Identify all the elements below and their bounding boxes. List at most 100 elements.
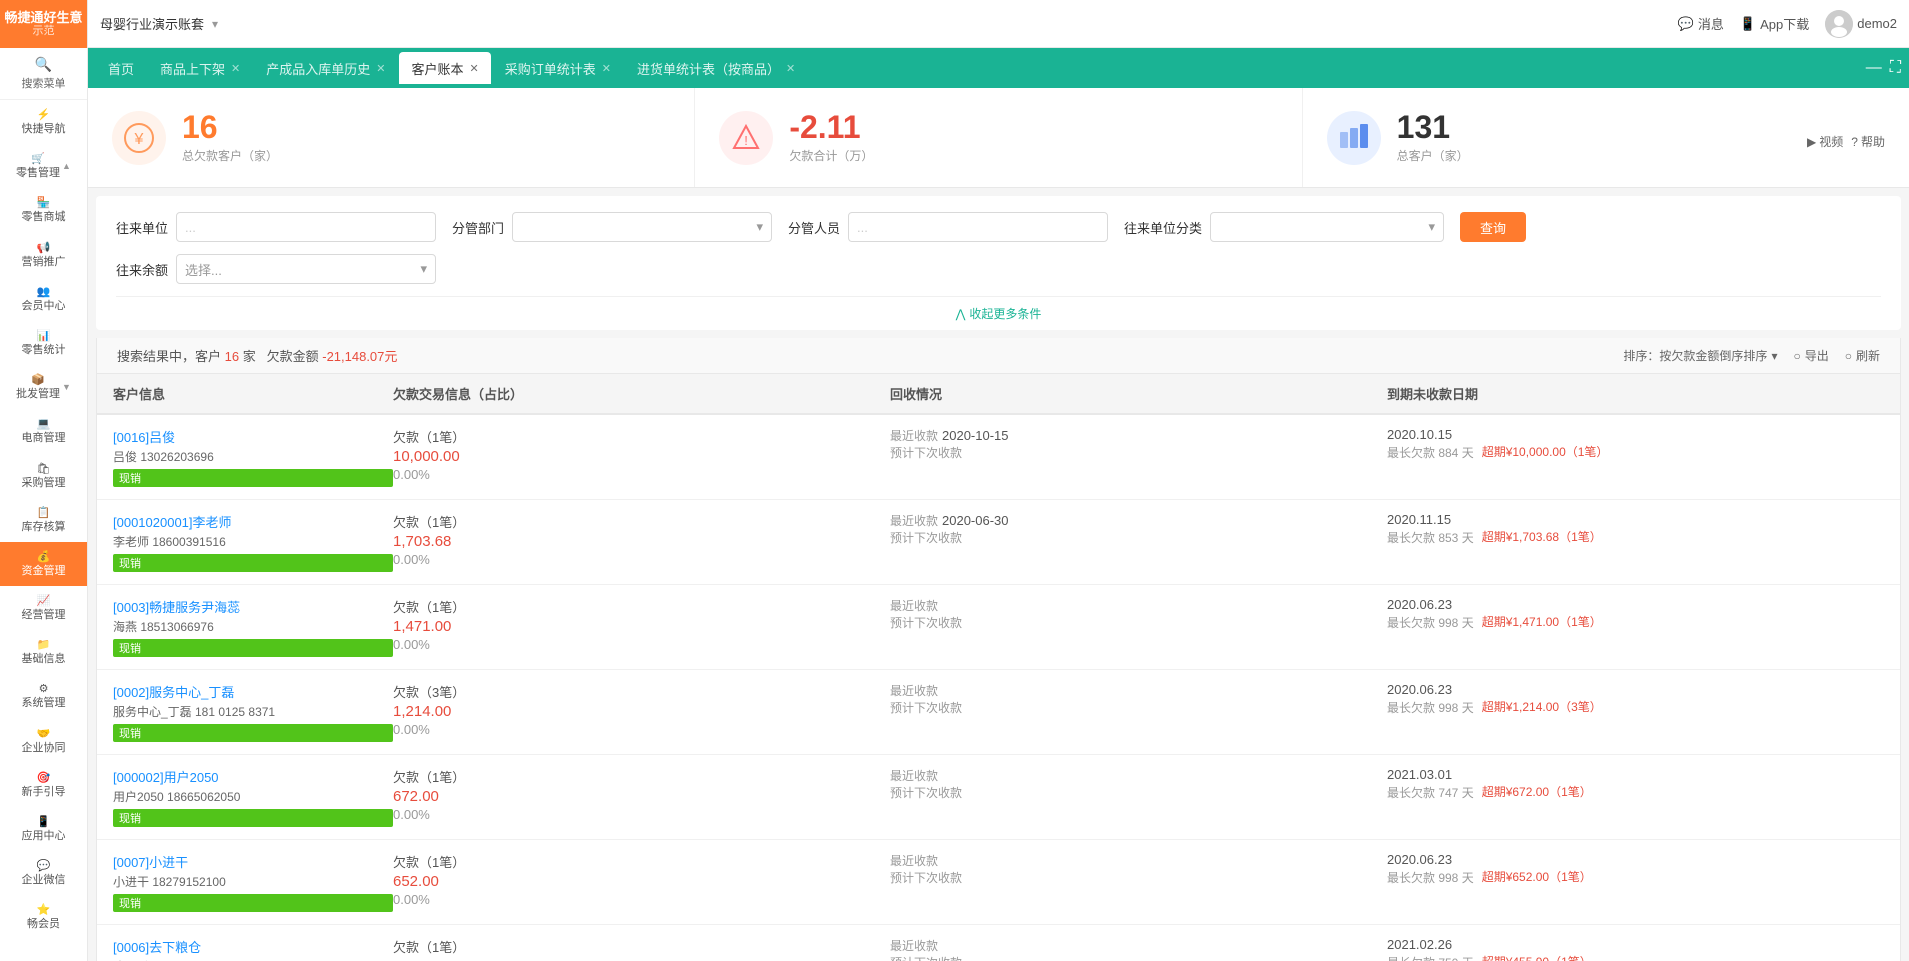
unit-category-select[interactable]: ▾: [1210, 212, 1444, 242]
message-btn[interactable]: 💬 消息: [1678, 14, 1724, 33]
sidebar-item-quick-nav[interactable]: ⚡ 快捷导航: [0, 100, 87, 144]
sidebar-item-retail-store[interactable]: 🏪 零售商城: [0, 188, 87, 232]
batch-mgmt-icon: 📦: [31, 373, 45, 386]
sort-select[interactable]: 排序：按欠款金额倒序排序 ▾: [1623, 347, 1777, 364]
sidebar-item-purchase[interactable]: 🛍 采购管理: [0, 454, 87, 498]
view-video-btn[interactable]: ▶ 视频: [1807, 133, 1843, 150]
debt-cell-0: 欠款（1笔） 10,000.00 0.00%: [393, 427, 890, 482]
system-icon: ⚙: [39, 682, 49, 695]
overdue-days-3: 最长欠款 998 天: [1387, 699, 1474, 716]
tab-customer-account[interactable]: 客户账本 ✕: [399, 52, 490, 84]
tab-minimize-btn[interactable]: —: [1866, 59, 1882, 77]
sidebar-item-basic-info[interactable]: 📁 基础信息: [0, 630, 87, 674]
topbar-right: 💬 消息 📱 App下载 demo2: [1678, 10, 1897, 38]
tab-close-purchase-order[interactable]: ✕: [602, 62, 611, 75]
balance-select[interactable]: 选择... ▾: [176, 254, 436, 284]
customer-name-link-2[interactable]: [0003]畅捷服务尹海蕊: [113, 597, 393, 616]
last-collect-row-2: 最近收款: [890, 597, 1387, 614]
tab-production-history[interactable]: 产成品入库单历史 ✕: [254, 52, 397, 84]
sidebar-item-enterprise[interactable]: 🤝 企业协同: [0, 719, 87, 763]
overdue-link-4[interactable]: 超期¥672.00（1笔）: [1482, 783, 1592, 800]
tab-close-import-stats[interactable]: ✕: [786, 62, 795, 75]
sidebar-search-menu[interactable]: 🔍 搜索菜单: [0, 48, 87, 100]
debt-amount-2: 1,471.00: [393, 618, 890, 635]
next-collect-1: 预计下次收款: [890, 529, 1387, 546]
sidebar-item-retail-mgmt[interactable]: 🛒 零售管理 ▲: [0, 144, 87, 188]
sidebar-item-retail-stats[interactable]: 📊 零售统计: [0, 321, 87, 365]
tab-import-stats[interactable]: 进货单统计表（按商品） ✕: [625, 52, 807, 84]
overdue-link-0[interactable]: 超期¥10,000.00（1笔）: [1482, 443, 1609, 460]
due-date-3: 2020.06.23: [1387, 682, 1884, 697]
customer-name-link-4[interactable]: [000002]用户2050: [113, 767, 393, 786]
overdue-info-1: 最长欠款 853 天 超期¥1,703.68（1笔）: [1387, 527, 1884, 546]
customer-name-link-5[interactable]: [0007]小进干: [113, 852, 393, 871]
help-btn[interactable]: ? 帮助: [1851, 133, 1885, 150]
tab-home[interactable]: 首页: [96, 52, 146, 84]
app-download-btn[interactable]: 📱 App下载: [1740, 14, 1809, 33]
last-collect-label-0: 最近收款: [890, 427, 938, 444]
filter-row-2: 往来余额 选择... ▾: [116, 254, 1881, 284]
stat-card-actions: ▶ 视频 ? 帮助: [1807, 125, 1885, 150]
sidebar-item-system[interactable]: ⚙ 系统管理: [0, 674, 87, 718]
tab-purchase-order[interactable]: 采购订单统计表 ✕: [493, 52, 623, 84]
filter-dept: 分管部门 ▾: [452, 212, 772, 242]
last-collect-label-1: 最近收款: [890, 512, 938, 529]
sidebar-item-marketing[interactable]: 📢 营销推广: [0, 233, 87, 277]
debt-percent-2: 0.00%: [393, 637, 890, 652]
filter-manager: 分管人员 ...: [788, 212, 1108, 242]
tabbar-actions: — ⛶: [1866, 59, 1901, 77]
customer-cell-1: [0001020001]李老师 李老师 18600391516 现销: [113, 512, 393, 572]
sidebar-item-newbie[interactable]: 🎯 新手引导: [0, 763, 87, 807]
overdue-link-6[interactable]: 超期¥455.90（1笔）: [1482, 953, 1592, 961]
tab-maximize-btn[interactable]: ⛶: [1890, 59, 1901, 77]
overdue-link-3[interactable]: 超期¥1,214.00（3笔）: [1482, 698, 1602, 715]
stat-card-total-customers: 131 总客户（家） ▶ 视频 ? 帮助: [1303, 88, 1909, 187]
purchase-icon: 🛍: [37, 462, 51, 475]
inventory-icon: 📋: [37, 506, 51, 519]
page-content: ¥ 16 总欠款客户（家） !: [88, 88, 1909, 961]
query-button[interactable]: 查询: [1460, 212, 1526, 242]
debt-amount-0: 10,000.00: [393, 448, 890, 465]
customer-name-link-0[interactable]: [0016]吕俊: [113, 427, 393, 446]
tab-close-production-history[interactable]: ✕: [376, 62, 385, 75]
finance-icon: 💰: [37, 550, 51, 563]
customer-cell-6: [0006]去下粮仓 陈小希 现销: [113, 937, 393, 961]
dept-select[interactable]: ▾: [512, 212, 772, 242]
tab-close-product-off[interactable]: ✕: [231, 62, 240, 75]
last-collect-label-6: 最近收款: [890, 937, 938, 954]
overdue-link-5[interactable]: 超期¥652.00（1笔）: [1482, 868, 1592, 885]
company-dropdown-arrow[interactable]: ▾: [212, 17, 218, 31]
overdue-link-2[interactable]: 超期¥1,471.00（1笔）: [1482, 613, 1602, 630]
collapse-up-icon: ⋀: [956, 307, 966, 321]
customer-name-link-3[interactable]: [0002]服务中心_丁磊: [113, 682, 393, 701]
retail-stats-icon: 📊: [37, 329, 51, 342]
topbar-left: 母婴行业演示账套 ▾: [100, 14, 218, 33]
overdue-link-1[interactable]: 超期¥1,703.68（1笔）: [1482, 528, 1602, 545]
sidebar-item-member[interactable]: 👥 会员中心: [0, 277, 87, 321]
sidebar-item-member-vip[interactable]: ⭐ 畅会员: [0, 895, 87, 939]
stat-card-overdue-customers: ¥ 16 总欠款客户（家）: [88, 88, 695, 187]
sidebar-item-corp-wechat[interactable]: 💬 企业微信: [0, 851, 87, 895]
tab-product-off[interactable]: 商品上下架 ✕: [148, 52, 252, 84]
recovery-cell-6: 最近收款 预计下次收款: [890, 937, 1387, 961]
sidebar-item-finance[interactable]: 💰 资金管理: [0, 542, 87, 586]
help-icon: ?: [1851, 135, 1858, 149]
user-menu-btn[interactable]: demo2: [1825, 10, 1897, 38]
header-debt-info: 欠款交易信息（占比）: [393, 384, 890, 403]
refresh-btn[interactable]: ○ 刷新: [1845, 347, 1880, 364]
collapse-btn[interactable]: ⋀ 收起更多条件: [956, 305, 1042, 322]
sidebar-item-inventory[interactable]: 📋 库存核算: [0, 498, 87, 542]
overdue-amount-label: 欠款合计（万）: [789, 147, 873, 164]
sidebar-item-batch-mgmt[interactable]: 📦 批发管理 ▼: [0, 365, 87, 409]
tab-close-customer-account[interactable]: ✕: [470, 62, 479, 75]
customer-name-link-6[interactable]: [0006]去下粮仓: [113, 937, 393, 956]
debt-percent-5: 0.00%: [393, 892, 890, 907]
manager-input[interactable]: ...: [848, 212, 1108, 242]
sidebar-item-operations[interactable]: 📈 经营管理: [0, 586, 87, 630]
export-btn[interactable]: ○ 导出: [1793, 347, 1828, 364]
customer-name-link-1[interactable]: [0001020001]李老师: [113, 512, 393, 531]
sidebar-item-ecommerce[interactable]: 💻 电商管理: [0, 409, 87, 453]
from-unit-input[interactable]: ...: [176, 212, 436, 242]
sidebar-item-app-center[interactable]: 📱 应用中心: [0, 807, 87, 851]
overdue-days-6: 最长欠款 750 天: [1387, 954, 1474, 961]
